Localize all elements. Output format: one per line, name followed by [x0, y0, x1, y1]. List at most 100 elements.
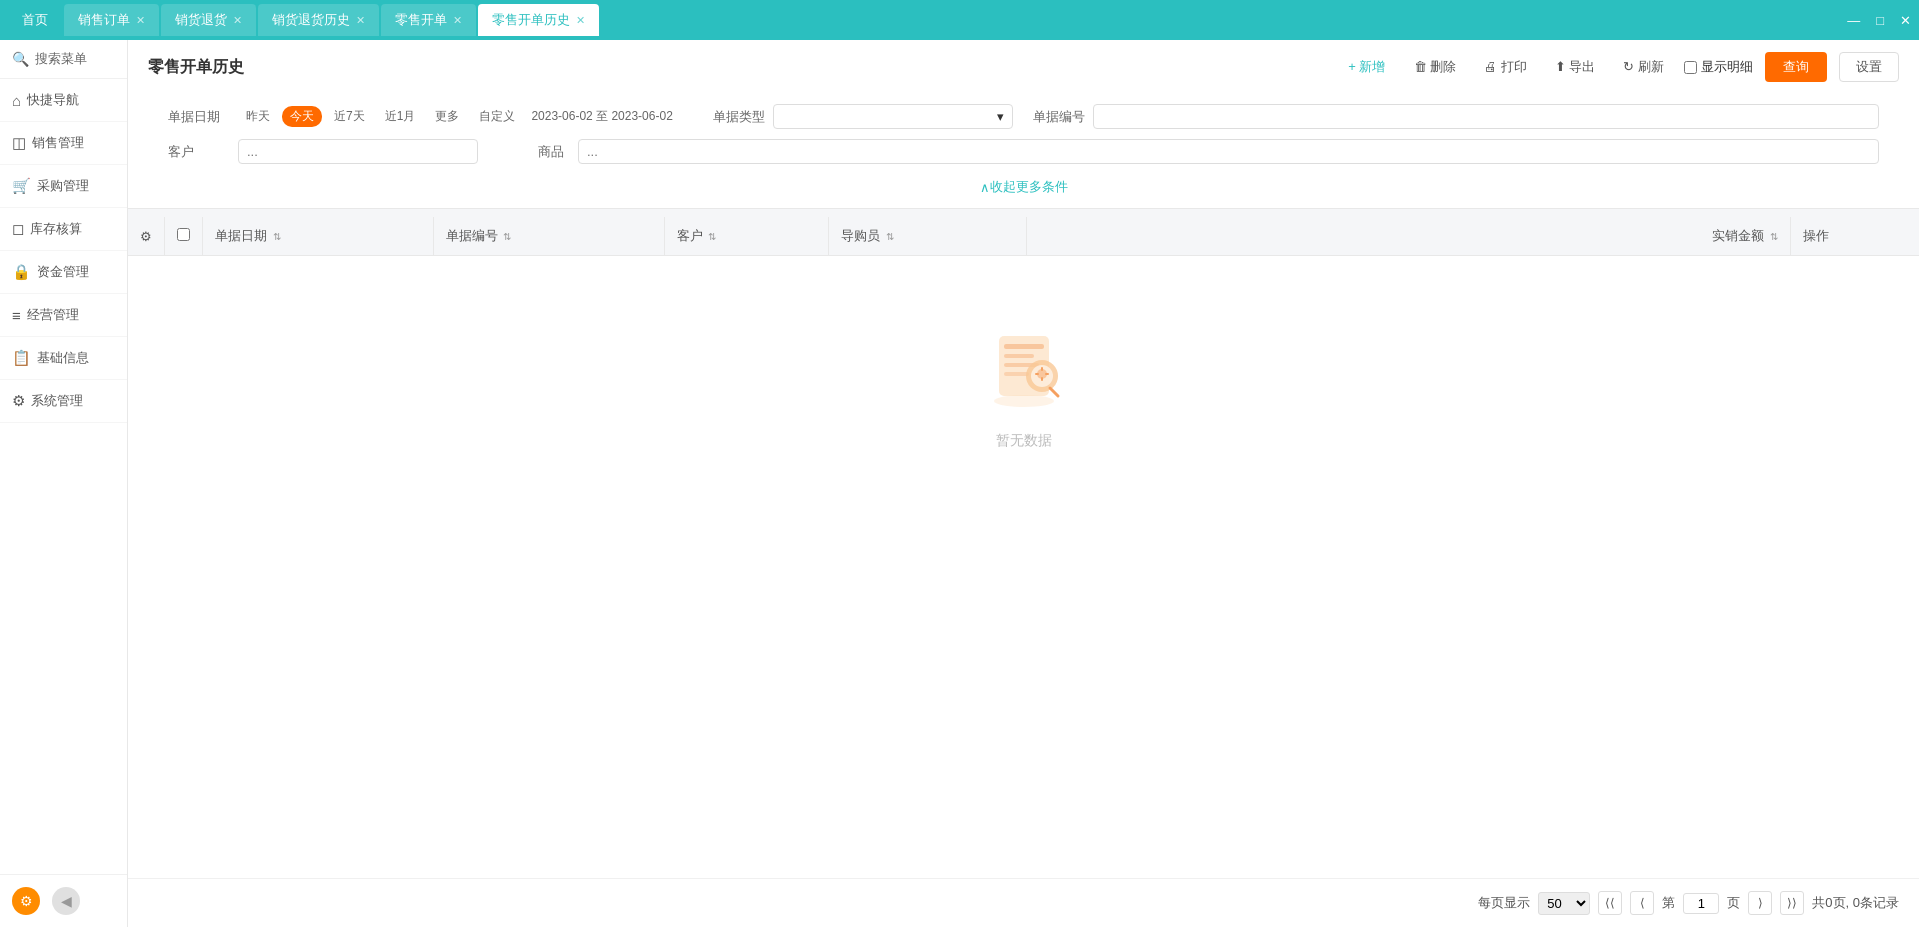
main-layout: 🔍 搜索菜单 ⌂ 快捷导航 ◫ 销售管理 🛒 采购管理 ◻ 库存核算 🔒 资金管…	[0, 40, 1919, 927]
total-text: 共0页, 0条记录	[1812, 894, 1899, 912]
tab-sales-return[interactable]: 销货退货 ✕	[161, 4, 256, 36]
sidebar-search-label: 搜索菜单	[35, 50, 87, 68]
tab-sales-order-label: 销售订单	[78, 11, 130, 29]
customer-label: 客户	[168, 143, 238, 161]
export-button[interactable]: ⬆ 导出	[1547, 54, 1604, 80]
page-header: 零售开单历史 + 新增 🗑 删除 🖨 打印 ⬆ 导出 ↻ 刷新 显示明细 查询 …	[128, 40, 1919, 209]
sidebar-search[interactable]: 🔍 搜索菜单	[0, 40, 127, 79]
maximize-btn[interactable]: □	[1876, 13, 1884, 28]
tab-retail-open-label: 零售开单	[395, 11, 447, 29]
refresh-button[interactable]: ↻ 刷新	[1615, 54, 1672, 80]
sidebar-item-quick-nav-label: 快捷导航	[27, 91, 79, 109]
base-info-icon: 📋	[12, 349, 31, 367]
sales-icon: ◫	[12, 134, 26, 152]
display-detail-checkbox[interactable]	[1684, 61, 1697, 74]
sidebar-settings-btn[interactable]: ⚙	[12, 887, 40, 915]
product-label: 商品	[538, 143, 578, 161]
last-page-btn[interactable]: ⟩⟩	[1780, 891, 1804, 915]
purchase-icon: 🛒	[12, 177, 31, 195]
sidebar-item-purchase-mgmt[interactable]: 🛒 采购管理	[0, 165, 127, 208]
tab-sales-return-history-close[interactable]: ✕	[356, 14, 365, 27]
svg-rect-3	[1004, 354, 1034, 358]
tab-sales-return-history-label: 销货退货历史	[272, 11, 350, 29]
doc-no-input[interactable]	[1093, 104, 1879, 129]
tab-home-label: 首页	[22, 11, 48, 29]
empty-icon	[974, 316, 1074, 416]
display-detail-checkbox-label[interactable]: 显示明细	[1684, 58, 1753, 76]
sidebar-item-quick-nav[interactable]: ⌂ 快捷导航	[0, 79, 127, 122]
sidebar-collapse-icon: ◀	[61, 893, 72, 909]
sidebar-item-operations[interactable]: ≡ 经营管理	[0, 294, 127, 337]
guide-sort-icon: ⇅	[886, 231, 894, 242]
date-btn-more[interactable]: 更多	[427, 106, 467, 127]
customer-input[interactable]	[238, 139, 478, 164]
sidebar-item-base-info[interactable]: 📋 基础信息	[0, 337, 127, 380]
sidebar-item-inventory-label: 库存核算	[30, 220, 82, 238]
add-button[interactable]: + 新增	[1340, 54, 1393, 80]
th-doc-no[interactable]: 单据编号 ⇅	[433, 217, 664, 256]
sidebar-item-sys-mgmt[interactable]: ⚙ 系统管理	[0, 380, 127, 423]
sidebar-collapse-btn[interactable]: ◀	[52, 887, 80, 915]
tab-retail-open-history-close[interactable]: ✕	[576, 14, 585, 27]
sidebar-item-sales-mgmt[interactable]: ◫ 销售管理	[0, 122, 127, 165]
collapse-more-btn[interactable]: ∧ 收起更多条件	[168, 174, 1879, 200]
print-button[interactable]: 🖨 打印	[1476, 54, 1535, 80]
sidebar-item-base-info-label: 基础信息	[37, 349, 89, 367]
tab-retail-open-history-label: 零售开单历史	[492, 11, 570, 29]
empty-text: 暂无数据	[996, 432, 1052, 450]
finance-icon: 🔒	[12, 263, 31, 281]
product-input[interactable]	[578, 139, 1879, 164]
th-checkbox[interactable]	[165, 217, 203, 256]
tab-retail-open[interactable]: 零售开单 ✕	[381, 4, 476, 36]
doc-type-arrow: ▾	[997, 109, 1004, 124]
doc-type-select[interactable]: ▾	[773, 104, 1013, 129]
tab-sales-return-history[interactable]: 销货退货历史 ✕	[258, 4, 379, 36]
table-area: ⚙ 单据日期 ⇅ 单据编号 ⇅	[128, 217, 1919, 878]
tab-sales-order-close[interactable]: ✕	[136, 14, 145, 27]
date-btn-custom[interactable]: 自定义	[471, 106, 523, 127]
tab-home[interactable]: 首页	[8, 4, 62, 36]
query-button[interactable]: 查询	[1765, 52, 1827, 82]
filter-area: 单据日期 昨天 今天 近7天 近1月 更多 自定义 2023-06-02 至 2…	[148, 94, 1899, 208]
date-btn-yesterday[interactable]: 昨天	[238, 106, 278, 127]
th-settings[interactable]: ⚙	[128, 217, 165, 256]
date-btn-today[interactable]: 今天	[282, 106, 322, 127]
date-btn-7days[interactable]: 近7天	[326, 106, 373, 127]
tab-sales-order[interactable]: 销售订单 ✕	[64, 4, 159, 36]
sidebar-item-finance[interactable]: 🔒 资金管理	[0, 251, 127, 294]
th-amount[interactable]: 实销金额 ⇅	[1026, 217, 1790, 256]
close-btn[interactable]: ✕	[1900, 13, 1911, 28]
search-icon: 🔍	[12, 51, 29, 67]
sidebar-item-purchase-mgmt-label: 采购管理	[37, 177, 89, 195]
prev-page-btn[interactable]: ⟨	[1630, 891, 1654, 915]
tab-retail-open-history[interactable]: 零售开单历史 ✕	[478, 4, 599, 36]
minimize-btn[interactable]: —	[1847, 13, 1860, 28]
th-action: 操作	[1790, 217, 1919, 256]
tab-sales-return-close[interactable]: ✕	[233, 14, 242, 27]
th-guide-label: 导购员	[841, 228, 880, 243]
page-suffix: 页	[1727, 894, 1740, 912]
content-area: 零售开单历史 + 新增 🗑 删除 🖨 打印 ⬆ 导出 ↻ 刷新 显示明细 查询 …	[128, 40, 1919, 927]
sidebar-item-inventory[interactable]: ◻ 库存核算	[0, 208, 127, 251]
th-action-label: 操作	[1803, 228, 1829, 243]
next-page-btn[interactable]: ⟩	[1748, 891, 1772, 915]
settings-button[interactable]: 设置	[1839, 52, 1899, 82]
tab-retail-open-close[interactable]: ✕	[453, 14, 462, 27]
sidebar-item-finance-label: 资金管理	[37, 263, 89, 281]
date-range-display: 2023-06-02 至 2023-06-02	[531, 108, 672, 125]
per-page-select[interactable]: 50 10 20 100	[1538, 892, 1590, 915]
th-guide[interactable]: 导购员 ⇅	[829, 217, 1027, 256]
date-btn-1month[interactable]: 近1月	[377, 106, 424, 127]
th-date[interactable]: 单据日期 ⇅	[203, 217, 434, 256]
customer-sort-icon: ⇅	[708, 231, 716, 242]
svg-rect-5	[1004, 372, 1029, 376]
th-date-label: 单据日期	[215, 228, 267, 243]
th-customer[interactable]: 客户 ⇅	[664, 217, 829, 256]
select-all-checkbox[interactable]	[177, 228, 190, 241]
delete-button[interactable]: 🗑 删除	[1406, 54, 1465, 80]
page-number-input[interactable]	[1683, 893, 1719, 914]
th-doc-no-label: 单据编号	[446, 228, 498, 243]
first-page-btn[interactable]: ⟨⟨	[1598, 891, 1622, 915]
svg-line-8	[1050, 388, 1058, 396]
svg-point-0	[994, 395, 1054, 407]
